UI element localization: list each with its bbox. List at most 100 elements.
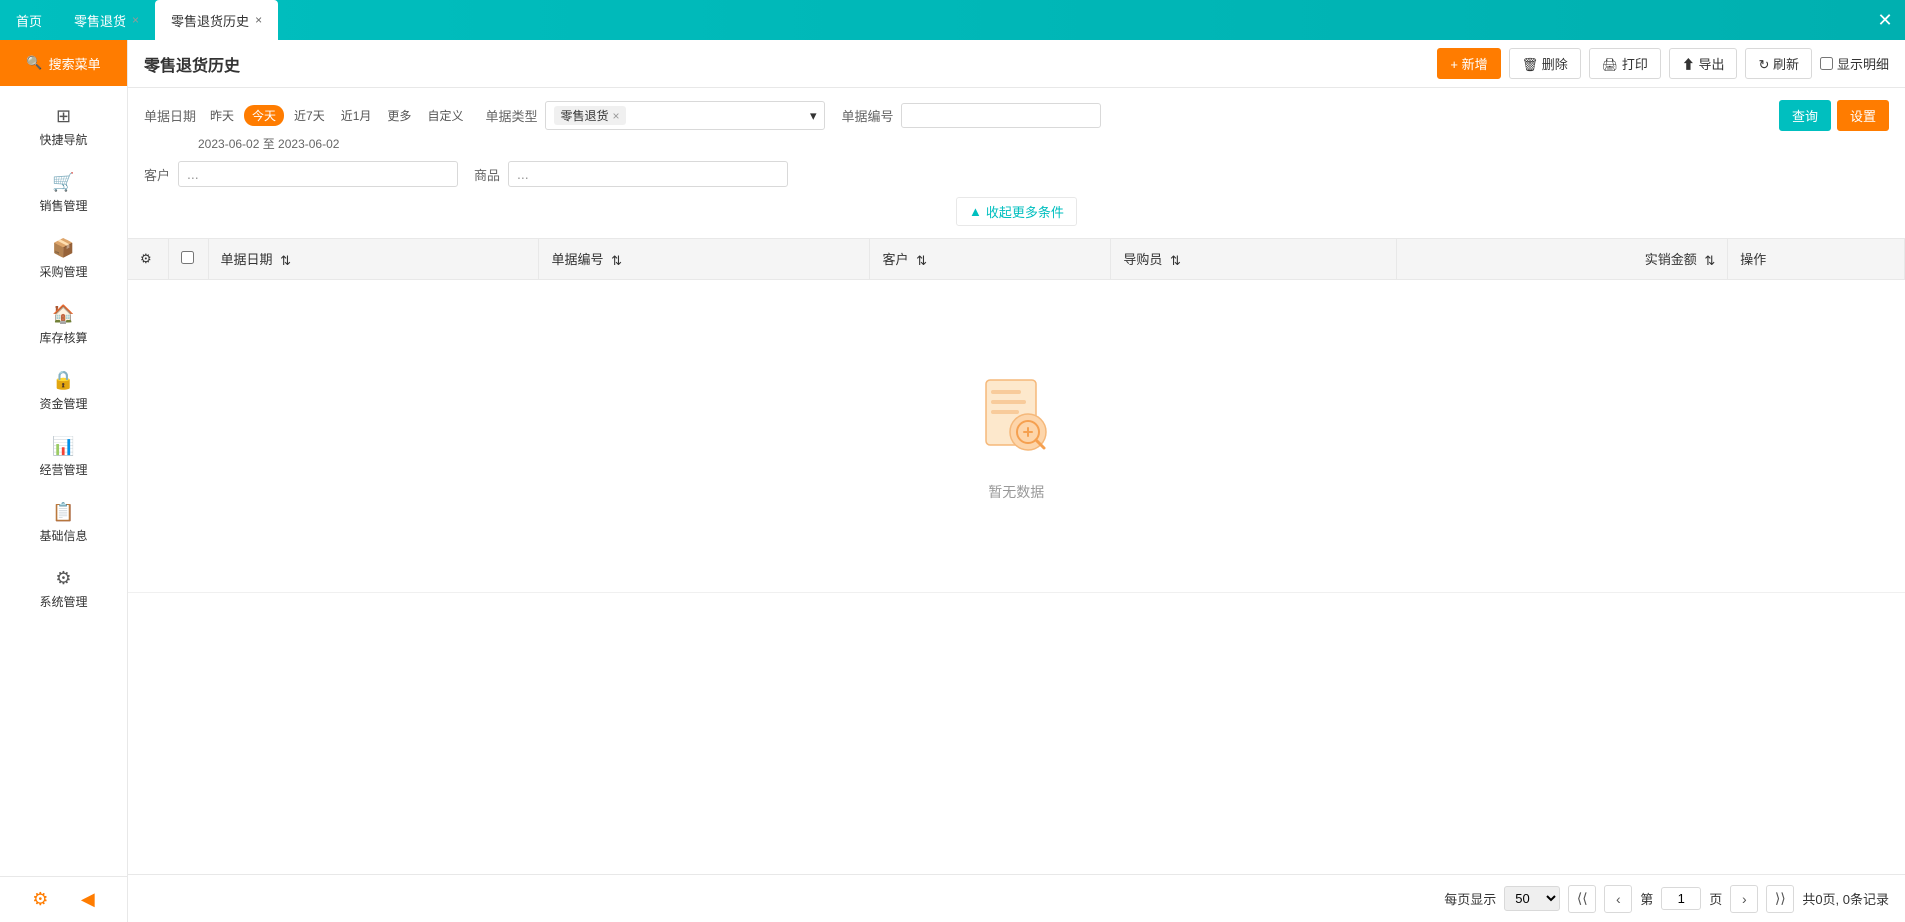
tab-retail-return-history-close[interactable]: × bbox=[255, 13, 262, 27]
top-bar: 首页 零售退货 × 零售退货历史 × ✕ bbox=[0, 0, 1905, 40]
refresh-button[interactable]: ↻ 刷新 bbox=[1745, 48, 1812, 79]
export-button[interactable]: ⬆ 导出 bbox=[1669, 48, 1738, 79]
th-settings[interactable]: ⚙ bbox=[128, 239, 168, 279]
date-yesterday[interactable]: 昨天 bbox=[204, 105, 240, 126]
sidebar-item-inventory-label: 库存核算 bbox=[39, 329, 87, 346]
date-today[interactable]: 今天 bbox=[244, 105, 284, 126]
date-shortcuts: 昨天 今天 近7天 近1月 更多 自定义 bbox=[204, 105, 469, 126]
sidebar-search[interactable]: 🔍 搜索菜单 bbox=[0, 40, 127, 86]
next-page-button[interactable]: › bbox=[1730, 885, 1758, 913]
window-close-button[interactable]: ✕ bbox=[1865, 0, 1905, 40]
settings-button[interactable]: 设置 bbox=[1837, 100, 1889, 131]
finance-icon: 🔒 bbox=[52, 370, 74, 391]
empty-state-cell: 暂无数据 bbox=[128, 279, 1905, 592]
date-7days[interactable]: 近7天 bbox=[288, 105, 331, 126]
bill-no-sort[interactable]: ⇅ bbox=[611, 253, 622, 269]
filter-goods-select[interactable]: ... bbox=[508, 161, 788, 187]
print-button[interactable]: 🖨 打印 bbox=[1589, 48, 1661, 79]
bill-date-sort[interactable]: ⇅ bbox=[280, 253, 291, 269]
tab-list: 首页 零售退货 × 零售退货历史 × bbox=[0, 0, 1865, 40]
th-operation-label: 操作 bbox=[1740, 252, 1766, 267]
show-detail-checkbox-label[interactable]: 显示明细 bbox=[1820, 54, 1889, 73]
data-table: ⚙ 单据日期 ⇅ 单据编号 ⇅ 客户 bbox=[128, 239, 1905, 593]
collapse-label: 收起更多条件 bbox=[986, 202, 1064, 221]
tab-retail-return-close[interactable]: × bbox=[132, 13, 139, 27]
sidebar-item-operations[interactable]: 📊 经营管理 bbox=[0, 424, 127, 490]
sidebar-item-purchase-mgmt[interactable]: 📦 采购管理 bbox=[0, 226, 127, 292]
sidebar: 🔍 搜索菜单 ⊞ 快捷导航 🛒 销售管理 📦 采购管理 🏠 库存核算 🔒 bbox=[0, 40, 128, 922]
collapse-button[interactable]: ▲ 收起更多条件 bbox=[956, 197, 1077, 226]
tab-retail-return[interactable]: 零售退货 × bbox=[58, 0, 155, 40]
filter-bill-type-label: 单据类型 bbox=[485, 106, 537, 125]
guide-sort[interactable]: ⇅ bbox=[1170, 253, 1181, 269]
sidebar-item-sales-mgmt[interactable]: 🛒 销售管理 bbox=[0, 160, 127, 226]
filter-bill-no-input[interactable] bbox=[901, 103, 1101, 128]
main-layout: 🔍 搜索菜单 ⊞ 快捷导航 🛒 销售管理 📦 采购管理 🏠 库存核算 🔒 bbox=[0, 40, 1905, 922]
select-all-checkbox[interactable] bbox=[181, 251, 194, 264]
sidebar-item-basic-info-label: 基础信息 bbox=[39, 527, 87, 544]
th-bill-no-label: 单据编号 bbox=[551, 252, 603, 267]
filter-row-2: 客户 ... 商品 ... bbox=[144, 161, 1889, 187]
empty-state: 暂无数据 bbox=[140, 290, 1893, 582]
sidebar-search-label: 搜索菜单 bbox=[49, 54, 101, 73]
sidebar-item-inventory[interactable]: 🏠 库存核算 bbox=[0, 292, 127, 358]
per-page-select[interactable]: 10 20 50 100 bbox=[1504, 886, 1560, 911]
filter-customer-item: 客户 ... bbox=[144, 161, 458, 187]
tab-home-label: 首页 bbox=[16, 11, 42, 30]
th-customer: 客户 ⇅ bbox=[870, 239, 1111, 279]
date-custom[interactable]: 自定义 bbox=[421, 105, 469, 126]
last-page-button[interactable]: ⟩⟩ bbox=[1766, 885, 1794, 913]
date-1month[interactable]: 近1月 bbox=[335, 105, 378, 126]
date-range-text: 2023-06-02 至 2023-06-02 bbox=[198, 137, 339, 151]
th-actual-amount: 实销金额 ⇅ bbox=[1397, 239, 1728, 279]
operations-icon: 📊 bbox=[52, 436, 74, 457]
sidebar-item-purchase-label: 采购管理 bbox=[39, 263, 87, 280]
filter-area: 单据日期 昨天 今天 近7天 近1月 更多 自定义 单据类型 零售退货 bbox=[128, 88, 1905, 239]
prev-page-button[interactable]: ‹ bbox=[1604, 885, 1632, 913]
sidebar-item-quick-nav[interactable]: ⊞ 快捷导航 bbox=[0, 94, 127, 160]
new-button[interactable]: + 新增 bbox=[1437, 48, 1500, 79]
quick-nav-icon: ⊞ bbox=[56, 106, 71, 127]
customer-sort[interactable]: ⇅ bbox=[916, 253, 927, 269]
first-page-button[interactable]: ⟨⟨ bbox=[1568, 885, 1596, 913]
settings-bottom-icon[interactable]: ⚙ bbox=[32, 889, 48, 910]
sidebar-item-quick-nav-label: 快捷导航 bbox=[39, 131, 87, 148]
export-label: ⬆ 导出 bbox=[1682, 54, 1725, 73]
tab-retail-return-label: 零售退货 bbox=[74, 11, 126, 30]
inventory-icon: 🏠 bbox=[52, 304, 74, 325]
table-body: 暂无数据 bbox=[128, 279, 1905, 592]
content-area: 零售退货历史 + 新增 🗑 删除 🖨 打印 ⬆ 导出 ↻ 刷新 显示明细 bbox=[128, 40, 1905, 922]
bill-type-tag: 零售退货 × bbox=[554, 106, 625, 125]
page-title: 零售退货历史 bbox=[144, 52, 240, 76]
sidebar-item-system-label: 系统管理 bbox=[39, 593, 87, 610]
collapse-row: ▲ 收起更多条件 bbox=[144, 197, 1889, 226]
show-detail-checkbox[interactable] bbox=[1820, 57, 1833, 70]
page-header: 零售退货历史 + 新增 🗑 删除 🖨 打印 ⬆ 导出 ↻ 刷新 显示明细 bbox=[128, 40, 1905, 88]
collapse-sidebar-icon[interactable]: ◀ bbox=[81, 889, 95, 910]
bill-type-remove[interactable]: × bbox=[612, 109, 619, 123]
refresh-label: ↻ 刷新 bbox=[1758, 54, 1799, 73]
tab-retail-return-history[interactable]: 零售退货历史 × bbox=[155, 0, 278, 40]
search-icon: 🔍 bbox=[26, 55, 42, 71]
page-input[interactable] bbox=[1661, 887, 1701, 910]
sidebar-bottom: ⚙ ◀ bbox=[0, 876, 127, 922]
query-button[interactable]: 查询 bbox=[1779, 100, 1831, 131]
empty-text: 暂无数据 bbox=[988, 482, 1044, 502]
th-guide: 导购员 ⇅ bbox=[1111, 239, 1397, 279]
tab-home[interactable]: 首页 bbox=[0, 0, 58, 40]
collapse-up-icon: ▲ bbox=[969, 204, 982, 219]
filter-bill-type-select[interactable]: 零售退货 × ▾ bbox=[545, 101, 825, 130]
th-actual-amount-label: 实销金额 bbox=[1645, 252, 1697, 267]
date-more[interactable]: 更多 bbox=[381, 105, 417, 126]
sidebar-item-basic-info[interactable]: 📋 基础信息 bbox=[0, 490, 127, 556]
sidebar-item-system-mgmt[interactable]: ⚙ 系统管理 bbox=[0, 556, 127, 622]
th-bill-no: 单据编号 ⇅ bbox=[539, 239, 870, 279]
filter-bill-no-item: 单据编号 bbox=[841, 103, 1101, 128]
sidebar-item-finance[interactable]: 🔒 资金管理 bbox=[0, 358, 127, 424]
actual-amount-sort[interactable]: ⇅ bbox=[1704, 253, 1715, 269]
bill-type-value: 零售退货 bbox=[560, 107, 608, 124]
th-checkbox[interactable] bbox=[168, 239, 208, 279]
table-container: ⚙ 单据日期 ⇅ 单据编号 ⇅ 客户 bbox=[128, 239, 1905, 874]
delete-button[interactable]: 🗑 删除 bbox=[1509, 48, 1581, 79]
filter-customer-select[interactable]: ... bbox=[178, 161, 458, 187]
